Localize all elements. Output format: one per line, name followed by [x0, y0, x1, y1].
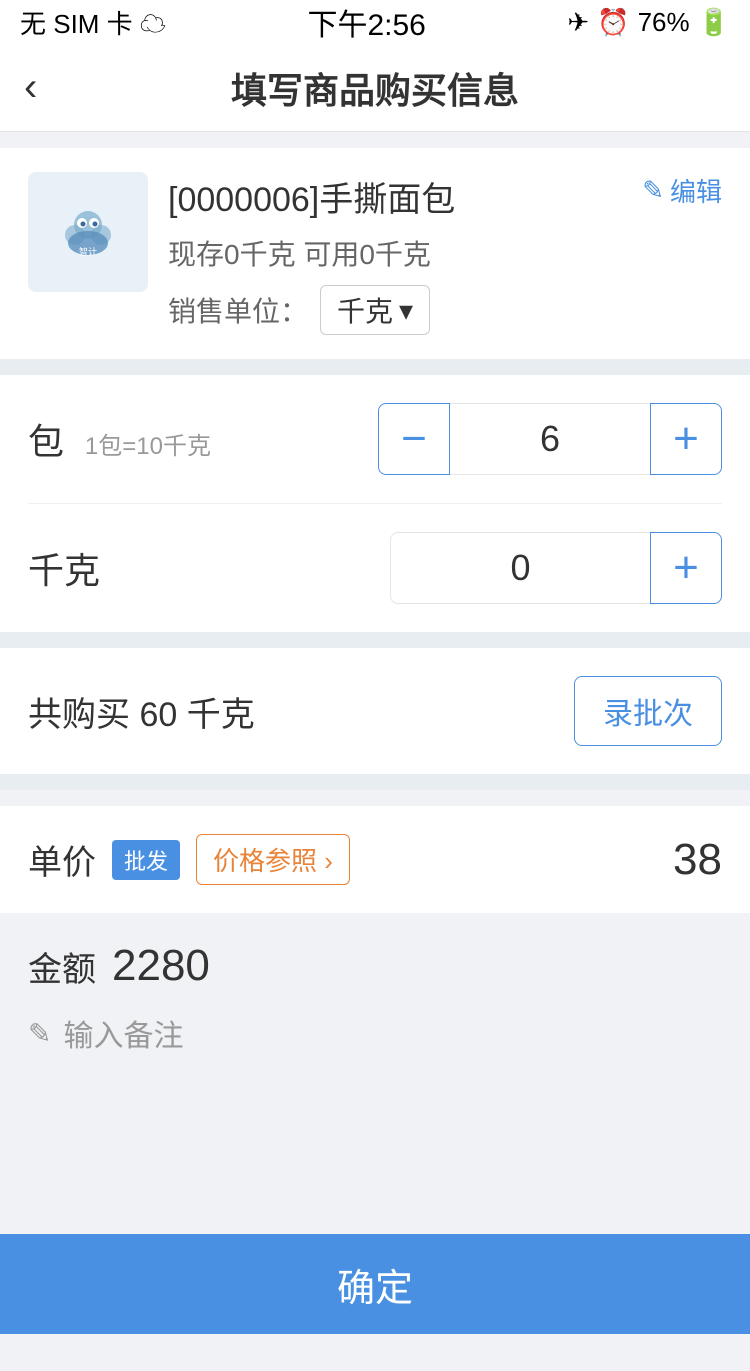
product-unit-row: 销售单位： 千克 ▾ — [168, 285, 722, 335]
remark-placeholder: 输入备注 — [63, 1011, 183, 1055]
edit-icon: ✎ — [642, 175, 664, 206]
price-label: 单价 — [28, 835, 96, 884]
pencil-icon: ✎ — [28, 1017, 51, 1050]
separator-2 — [0, 632, 750, 648]
alarm-icon: ⏰ — [597, 7, 629, 38]
bao-controls: − + — [378, 403, 722, 475]
product-info: [0000006]手撕面包 现存0千克 可用0千克 销售单位： 千克 ▾ — [168, 172, 722, 335]
status-bar: 无 SIM 卡 ☁ 下午2:56 ✈ ⏰ 76% 🔋 — [0, 0, 750, 44]
status-left: 无 SIM 卡 ☁ — [20, 4, 166, 41]
edit-label: 编辑 — [670, 172, 722, 209]
bao-input-row: 包 1包=10千克 − + — [28, 375, 722, 504]
price-section: 单价 批发 价格参照 › 38 — [0, 806, 750, 913]
nav-bar: ‹ 填写商品购买信息 — [0, 44, 750, 132]
svg-text:智计: 智计 — [79, 246, 97, 257]
total-text: 共购买 60 千克 — [28, 687, 255, 736]
remark-row[interactable]: ✎ 输入备注 — [28, 1011, 722, 1055]
kg-input[interactable] — [390, 532, 650, 604]
price-left: 单价 批发 价格参照 › — [28, 834, 350, 885]
unit-value: 千克 — [337, 290, 393, 330]
status-time: 下午2:56 — [307, 0, 425, 44]
sim-text: 无 SIM 卡 ☁ — [20, 4, 166, 41]
amount-value: 2280 — [112, 941, 210, 991]
batch-button[interactable]: 录批次 — [574, 676, 722, 746]
product-stock: 现存0千克 可用0千克 — [168, 233, 722, 273]
kg-input-row: 千克 + — [28, 504, 722, 632]
separator-1 — [0, 359, 750, 375]
back-button[interactable]: ‹ — [24, 65, 37, 110]
price-tag: 批发 — [112, 840, 180, 880]
product-name: [0000006]手撕面包 — [168, 172, 722, 221]
battery-text: 76% — [638, 7, 690, 38]
confirm-button[interactable]: 确定 — [0, 1234, 750, 1334]
price-row: 单价 批发 价格参照 › 38 — [28, 834, 722, 885]
amount-section: 金额 2280 ✎ 输入备注 — [0, 913, 750, 1071]
chevron-down-icon: ▾ — [399, 294, 413, 327]
edit-button[interactable]: ✎ 编辑 — [642, 172, 722, 209]
bao-input[interactable] — [450, 403, 650, 475]
price-ref-button[interactable]: 价格参照 › — [196, 834, 350, 885]
bao-hint: 1包=10千克 — [85, 433, 211, 460]
battery-icon: 🔋 — [698, 7, 730, 38]
product-image: 智计 — [28, 172, 148, 292]
unit-select[interactable]: 千克 ▾ — [320, 285, 430, 335]
bao-label-group: 包 1包=10千克 — [28, 413, 211, 465]
kg-controls: + — [390, 532, 722, 604]
amount-label: 金额 — [28, 942, 96, 991]
kg-plus-button[interactable]: + — [650, 532, 722, 604]
separator-3 — [0, 774, 750, 790]
kg-label: 千克 — [28, 550, 100, 591]
product-card: 智计 [0000006]手撕面包 现存0千克 可用0千克 销售单位： 千克 ▾ … — [0, 148, 750, 359]
bao-label: 包 — [28, 421, 64, 462]
bao-plus-button[interactable]: + — [650, 403, 722, 475]
input-section: 包 1包=10千克 − + 千克 + — [0, 375, 750, 632]
kg-label-group: 千克 — [28, 542, 100, 594]
location-icon: ✈ — [567, 7, 589, 38]
total-row: 共购买 60 千克 录批次 — [0, 648, 750, 774]
amount-row: 金额 2280 — [28, 941, 722, 991]
status-right: ✈ ⏰ 76% 🔋 — [567, 7, 730, 38]
bao-minus-button[interactable]: − — [378, 403, 450, 475]
price-value: 38 — [673, 835, 722, 885]
page-title: 填写商品购买信息 — [231, 62, 519, 114]
unit-label: 销售单位： — [168, 290, 308, 330]
